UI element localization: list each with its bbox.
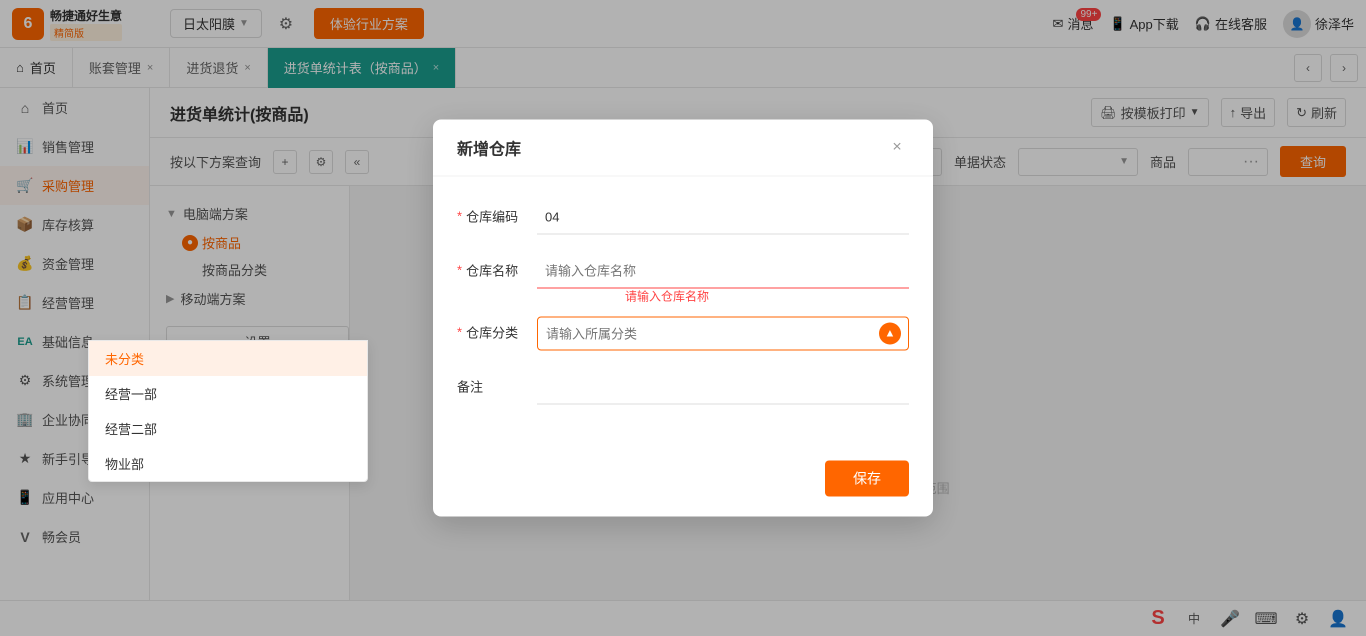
note-label: 备注 — [457, 371, 537, 396]
dropdown-item-unclassified[interactable]: 未分类 — [89, 341, 367, 376]
code-label: * 仓库编码 — [457, 201, 537, 226]
name-field-row: * 仓库名称 请输入仓库名称 — [457, 255, 909, 289]
note-field-row: 备注 — [457, 371, 909, 405]
name-input[interactable] — [537, 255, 909, 289]
code-field-row: * 仓库编码 — [457, 201, 909, 235]
dropdown-item-dept3[interactable]: 物业部 — [89, 446, 367, 481]
modal-header: 新增仓库 × — [433, 120, 933, 177]
category-input[interactable] — [537, 317, 909, 351]
name-field-wrap: 请输入仓库名称 — [537, 255, 909, 289]
note-input[interactable] — [537, 371, 909, 405]
category-dropdown-toggle[interactable]: ▲ — [879, 323, 901, 345]
save-button[interactable]: 保存 — [825, 461, 909, 497]
category-label: * 仓库分类 — [457, 317, 537, 342]
modal-footer: 保存 — [433, 449, 933, 517]
modal-title: 新增仓库 — [457, 136, 521, 160]
modal-body: * 仓库编码 * 仓库名称 请输入仓库名称 * 仓库分类 ▲ — [433, 177, 933, 449]
code-input[interactable] — [537, 201, 909, 235]
add-warehouse-modal: 新增仓库 × * 仓库编码 * 仓库名称 请输入仓库名称 * — [433, 120, 933, 517]
name-label: * 仓库名称 — [457, 255, 537, 280]
category-field-row: * 仓库分类 ▲ — [457, 317, 909, 351]
dropdown-item-dept1[interactable]: 经营一部 — [89, 376, 367, 411]
dropdown-item-dept2[interactable]: 经营二部 — [89, 411, 367, 446]
category-select-wrap: ▲ — [537, 317, 909, 351]
modal-close-button[interactable]: × — [885, 136, 909, 160]
category-dropdown-list: 未分类 经营一部 经营二部 物业部 — [88, 340, 368, 482]
name-error-msg: 请输入仓库名称 — [625, 288, 709, 305]
